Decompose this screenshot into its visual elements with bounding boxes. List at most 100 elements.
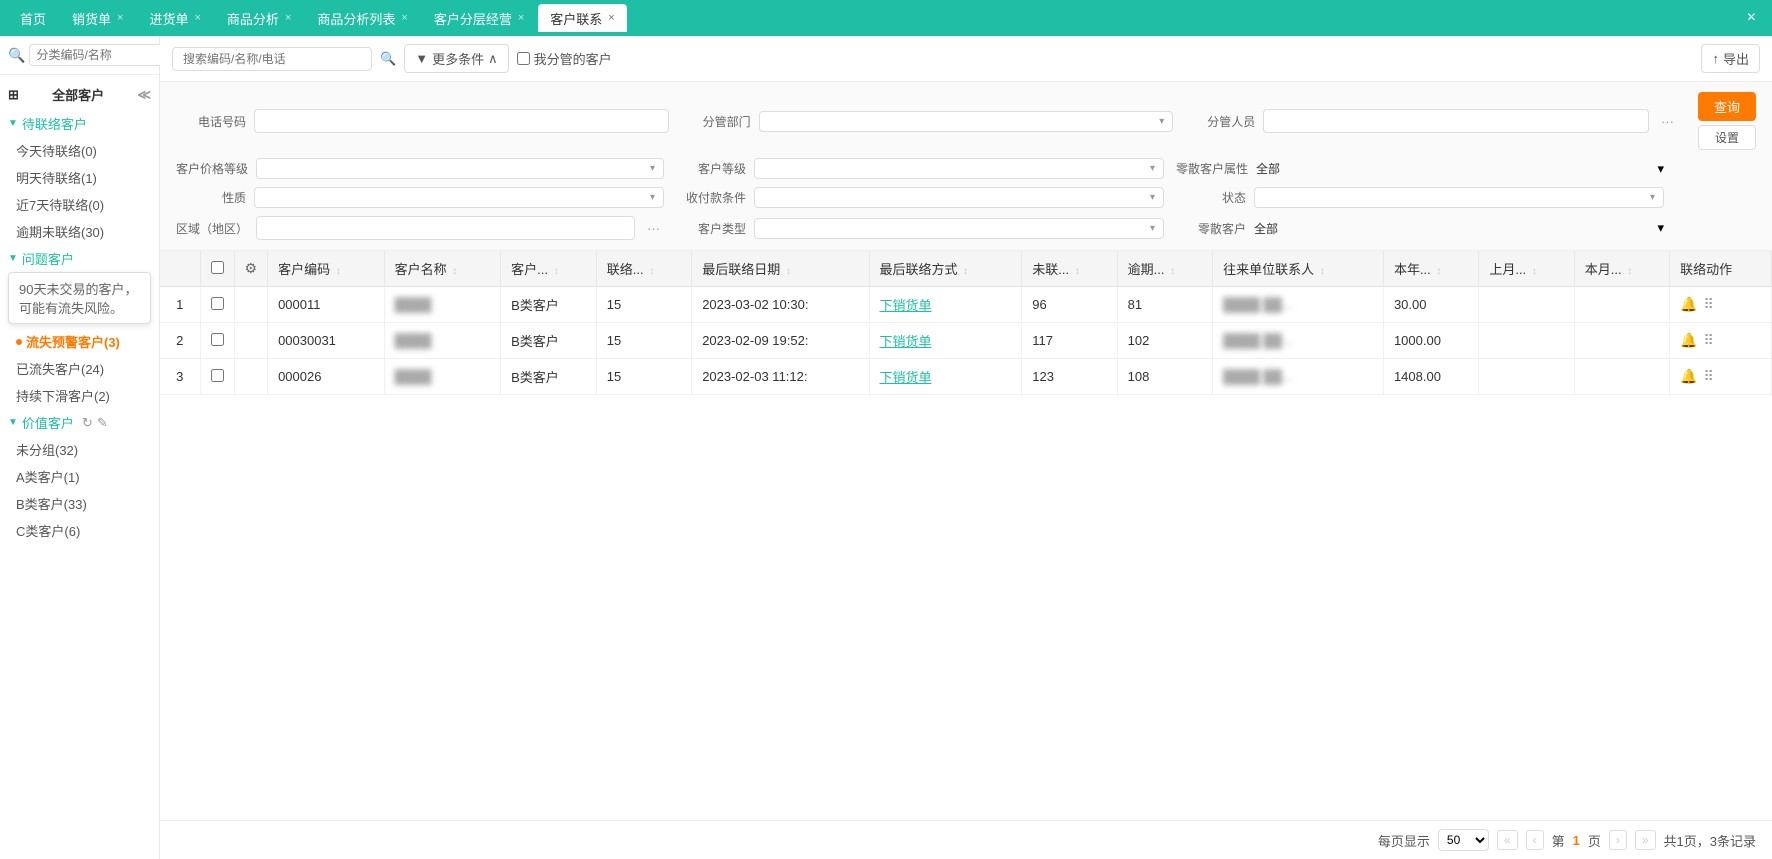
sidebar-item-class-c[interactable]: C类客户(6) — [0, 517, 159, 544]
action-more-icon[interactable]: ⠿ — [1704, 296, 1714, 313]
settings-button[interactable]: 设置 — [1698, 125, 1756, 150]
col-type[interactable]: 客户... ↕ — [501, 251, 597, 287]
filter-clevel-select[interactable]: ▾ — [754, 158, 1164, 179]
cell-checkbox[interactable] — [200, 359, 234, 395]
sidebar-section-value[interactable]: ▼ 价值客户 ↻ ✎ — [0, 409, 159, 436]
refresh-icon[interactable]: ↻ — [82, 415, 93, 431]
tab-customer-layer[interactable]: 客户分层经营 × — [422, 4, 536, 32]
cell-name[interactable]: ████ — [384, 323, 501, 359]
col-contact-sort-icon[interactable]: ↕ — [649, 266, 654, 277]
col-uncontacted-sort-icon[interactable]: ↕ — [1075, 266, 1080, 277]
sidebar-item-churn-warning[interactable]: 流失预警客户(3) — [0, 328, 159, 355]
last-method-link[interactable]: 下销货单 — [880, 334, 932, 349]
filter-retail-attr-select[interactable]: 全部 ▾ — [1256, 160, 1664, 177]
action-contact-icon[interactable]: 🔔 — [1680, 332, 1697, 349]
action-contact-icon[interactable]: 🔔 — [1680, 368, 1697, 385]
sidebar-item-ungrouped[interactable]: 未分组(32) — [0, 436, 159, 463]
filter-search-icon[interactable]: 🔍 — [380, 51, 396, 67]
page-size-select[interactable]: 50 100 200 — [1438, 829, 1489, 851]
last-page-button[interactable]: » — [1635, 830, 1656, 850]
col-name-sort-icon[interactable]: ↕ — [452, 266, 457, 277]
cell-last-method[interactable]: 下销货单 — [869, 323, 1022, 359]
col-checkbox[interactable] — [200, 251, 234, 287]
last-method-link[interactable]: 下销货单 — [880, 370, 932, 385]
filter-price-select[interactable]: ▾ — [256, 158, 664, 179]
filter-phone-input[interactable] — [254, 109, 669, 133]
query-button[interactable]: 查询 — [1698, 92, 1756, 121]
search-input[interactable] — [172, 47, 372, 71]
filter-nature-select[interactable]: ▾ — [254, 187, 664, 208]
col-name[interactable]: 客户名称 ↕ — [384, 251, 501, 287]
filter-retail2-select[interactable]: 全部 ▾ — [1254, 220, 1664, 237]
region-more-button[interactable]: ··· — [643, 221, 664, 236]
sidebar-item-churned[interactable]: 已流失客户(24) — [0, 355, 159, 382]
tab-sales[interactable]: 销货单 × — [60, 4, 135, 32]
select-all-checkbox[interactable] — [211, 261, 224, 274]
cell-checkbox[interactable] — [200, 323, 234, 359]
col-code-sort-icon[interactable]: ↕ — [336, 266, 341, 277]
table-settings-icon[interactable]: ⚙ — [245, 260, 258, 276]
close-all-tabs[interactable]: × — [1739, 9, 1764, 27]
row-checkbox[interactable] — [211, 297, 224, 310]
my-customers-checkbox-input[interactable] — [517, 52, 530, 65]
sidebar-item-declining[interactable]: 持续下滑客户(2) — [0, 382, 159, 409]
filter-status-select[interactable]: ▾ — [1254, 187, 1664, 208]
col-this-year[interactable]: 本年... ↕ — [1383, 251, 1478, 287]
col-overdue-sort-icon[interactable]: ↕ — [1170, 266, 1175, 277]
close-tab-sales[interactable]: × — [117, 12, 123, 24]
col-last-date[interactable]: 最后联络日期 ↕ — [692, 251, 869, 287]
col-uncontacted[interactable]: 未联... ↕ — [1022, 251, 1117, 287]
col-this-year-sort-icon[interactable]: ↕ — [1436, 266, 1441, 277]
edit-icon[interactable]: ✎ — [97, 415, 108, 431]
col-last-month-sort-icon[interactable]: ↕ — [1532, 266, 1537, 277]
cell-last-method[interactable]: 下销货单 — [869, 287, 1022, 323]
close-tab-customer-layer[interactable]: × — [518, 12, 524, 24]
close-tab-analysis-list[interactable]: × — [401, 12, 407, 24]
col-this-month-sort-icon[interactable]: ↕ — [1627, 266, 1632, 277]
more-conditions-button[interactable]: ▼ 更多条件 ∧ — [404, 44, 508, 73]
row-checkbox[interactable] — [211, 369, 224, 382]
col-overdue[interactable]: 逾期... ↕ — [1117, 251, 1212, 287]
col-code[interactable]: 客户编码 ↕ — [268, 251, 385, 287]
col-contact[interactable]: 联络... ↕ — [596, 251, 691, 287]
person-more-button[interactable]: ··· — [1657, 114, 1678, 129]
sidebar-section-pending[interactable]: ▼ 待联络客户 — [0, 110, 159, 137]
sidebar-item-tomorrow-contact[interactable]: 明天待联络(1) — [0, 164, 159, 191]
next-page-button[interactable]: › — [1609, 830, 1627, 850]
col-last-method-sort-icon[interactable]: ↕ — [963, 266, 968, 277]
export-button[interactable]: ↑ 导出 — [1701, 44, 1760, 73]
col-last-method[interactable]: 最后联络方式 ↕ — [869, 251, 1022, 287]
sidebar-item-overdue-contact[interactable]: 逾期未联络(30) — [0, 218, 159, 245]
tab-analysis[interactable]: 商品分析 × — [215, 4, 303, 32]
filter-payment-select[interactable]: ▾ — [754, 187, 1164, 208]
filter-region-input[interactable] — [256, 216, 635, 240]
cell-name[interactable]: ████ — [384, 287, 501, 323]
filter-ctype-select[interactable]: ▾ — [754, 218, 1164, 239]
collapse-icon[interactable]: ≪ — [137, 87, 151, 103]
action-more-icon[interactable]: ⠿ — [1704, 332, 1714, 349]
sidebar-section-problem[interactable]: ▼ 问题客户 — [0, 245, 159, 272]
my-customers-checkbox[interactable]: 我分管的客户 — [517, 49, 612, 68]
row-checkbox[interactable] — [211, 333, 224, 346]
sidebar-all-customers[interactable]: ⊞ 全部客户 ≪ — [0, 79, 159, 110]
action-contact-icon[interactable]: 🔔 — [1680, 296, 1697, 313]
tab-home[interactable]: 首页 — [8, 4, 58, 32]
col-unit-contact[interactable]: 往来单位联系人 ↕ — [1213, 251, 1384, 287]
cell-last-method[interactable]: 下销货单 — [869, 359, 1022, 395]
action-more-icon[interactable]: ⠿ — [1704, 368, 1714, 385]
cell-name[interactable]: ████ — [384, 359, 501, 395]
close-tab-purchase[interactable]: × — [194, 12, 200, 24]
tab-purchase[interactable]: 进货单 × — [137, 4, 212, 32]
prev-page-button[interactable]: ‹ — [1526, 830, 1544, 850]
col-type-sort-icon[interactable]: ↕ — [554, 266, 559, 277]
col-gear[interactable]: ⚙ — [234, 251, 268, 287]
col-last-month[interactable]: 上月... ↕ — [1479, 251, 1574, 287]
close-tab-analysis[interactable]: × — [285, 12, 291, 24]
close-tab-customer-contact[interactable]: × — [608, 12, 614, 24]
sidebar-item-class-a[interactable]: A类客户(1) — [0, 463, 159, 490]
cell-checkbox[interactable] — [200, 287, 234, 323]
col-unit-contact-sort-icon[interactable]: ↕ — [1320, 266, 1325, 277]
tab-customer-contact[interactable]: 客户联系 × — [538, 4, 626, 32]
filter-person-input[interactable] — [1263, 109, 1649, 133]
first-page-button[interactable]: « — [1497, 830, 1518, 850]
